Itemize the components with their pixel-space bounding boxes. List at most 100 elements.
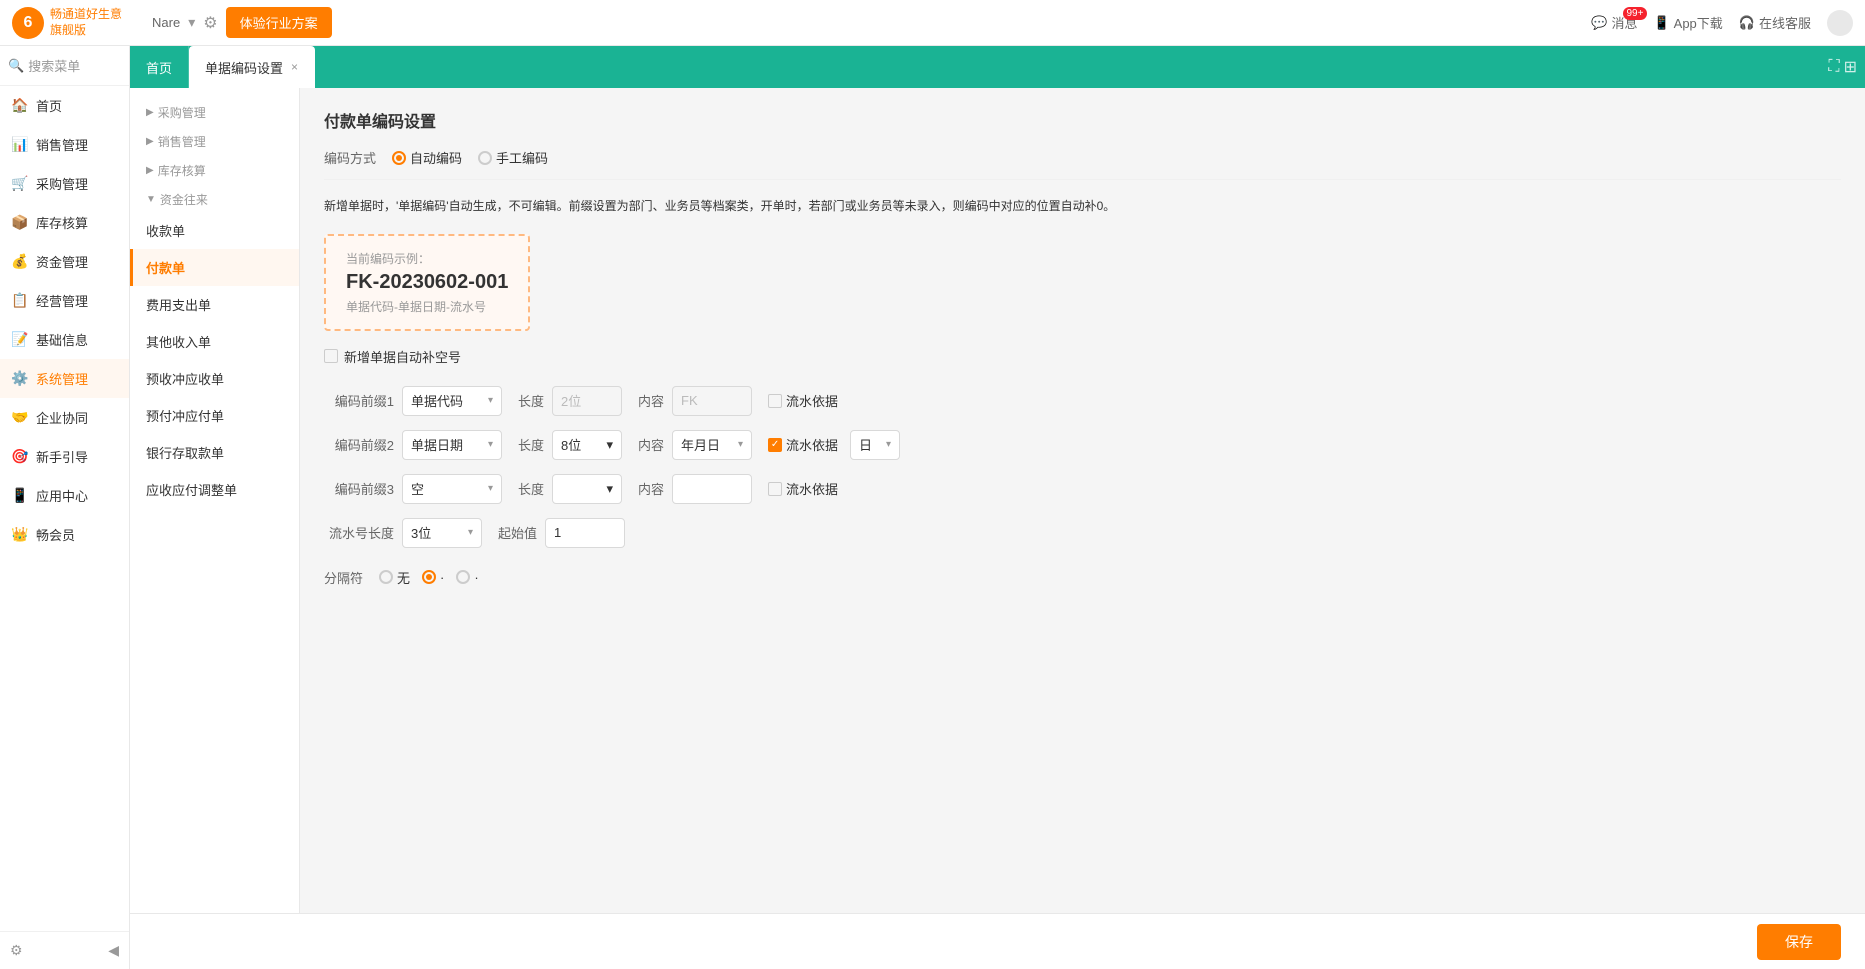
content2-label: 内容 (638, 435, 664, 454)
radio-auto[interactable]: 自动编码 (392, 148, 462, 167)
tab-encoding-settings[interactable]: 单据编码设置 × (189, 46, 315, 88)
sidebar-item-home[interactable]: 🏠 首页 (0, 86, 129, 125)
separator-options: 无 · · (379, 568, 479, 587)
save-button[interactable]: 保存 (1757, 924, 1841, 960)
message-icon: 💬 (1591, 15, 1607, 31)
sidebar-item-apps[interactable]: 📱 应用中心 (0, 476, 129, 515)
separator-dot2[interactable]: · (456, 570, 478, 585)
radio-auto-dot (392, 151, 406, 165)
serial-length-row: 流水号长度 3位 ▾ 起始值 1 (324, 518, 1841, 548)
sub-menu-item-other-income[interactable]: 其他收入单 (130, 323, 299, 360)
serial2-checkbox[interactable]: ✓ (768, 438, 782, 452)
sub-menu-group-stock[interactable]: ▶ 库存核算 (130, 154, 299, 183)
top-bar-right: 💬 消息 99+ 📱 App下载 🎧 在线客服 (1591, 10, 1853, 36)
sidebar: 🔍 搜索菜单 🏠 首页 📊 销售管理 🛒 采购管理 📦 库存核算 💰 (0, 46, 130, 969)
content2-select[interactable]: 年月日 ▾ (672, 430, 752, 460)
system-icon: ⚙️ (12, 371, 28, 387)
separator-dot[interactable]: · (422, 570, 444, 585)
app-download-button[interactable]: 📱 App下载 (1653, 13, 1722, 32)
sidebar-item-member[interactable]: 👑 畅会员 (0, 515, 129, 554)
online-service-button[interactable]: 🎧 在线客服 (1739, 13, 1811, 32)
separator-dot2-dot (456, 570, 470, 584)
serial-length-chevron-icon: ▾ (468, 527, 473, 538)
sidebar-item-stock[interactable]: 📦 库存核算 (0, 203, 129, 242)
sidebar-collapse-button[interactable]: ◀ (108, 942, 119, 959)
chevron-right-icon: ▶ (146, 107, 154, 118)
sub-menu-item-expense[interactable]: 费用支出单 (130, 286, 299, 323)
prefix1-select[interactable]: 单据代码 ▾ (402, 386, 502, 416)
settings-button[interactable]: ⚙ (203, 13, 217, 33)
main-content: 付款单编码设置 编码方式 自动编码 手工编码 (300, 88, 1865, 913)
operation-icon: 📋 (12, 293, 28, 309)
preview-box: 当前编码示例： FK-20230602-001 单据代码-单据日期-流水号 (324, 234, 530, 331)
sidebar-item-basic[interactable]: 📝 基础信息 (0, 320, 129, 359)
form-row-prefix3: 编码前缀3 空 ▾ 长度 ▾ 内容 (324, 474, 1841, 504)
form-row-prefix2: 编码前缀2 单据日期 ▾ 长度 8位 ▾ 内容 年月日 ▾ (324, 430, 1841, 460)
trial-button[interactable]: 体验行业方案 (226, 7, 332, 38)
auto-fill-checkbox[interactable] (324, 349, 338, 363)
search-icon: 🔍 (8, 58, 24, 74)
tab-close-button[interactable]: × (291, 60, 298, 74)
company-dropdown-button[interactable]: ▾ (188, 14, 195, 31)
serial-length-select[interactable]: 3位 ▾ (402, 518, 482, 548)
start-value-input[interactable]: 1 (545, 518, 625, 548)
sub-menu-group-finance[interactable]: ▼ 资金往来 (130, 183, 299, 212)
separator-row: 分隔符 无 · · (324, 568, 1841, 587)
encoding-type-section: 编码方式 自动编码 手工编码 (324, 148, 1841, 180)
message-button[interactable]: 💬 消息 99+ (1591, 13, 1637, 32)
radio-manual[interactable]: 手工编码 (478, 148, 548, 167)
sidebar-nav: 🏠 首页 📊 销售管理 🛒 采购管理 📦 库存核算 💰 资金管理 📋 经 (0, 86, 129, 931)
serial2-period-select[interactable]: 日 ▾ (850, 430, 900, 460)
sidebar-search[interactable]: 🔍 搜索菜单 (0, 46, 129, 86)
sidebar-item-purchase[interactable]: 🛒 采购管理 (0, 164, 129, 203)
content2-chevron-icon: ▾ (738, 439, 743, 450)
sidebar-item-system[interactable]: ⚙️ 系统管理 (0, 359, 129, 398)
sidebar-item-guide[interactable]: 🎯 新手引导 (0, 437, 129, 476)
prefix1-label: 编码前缀1 (324, 391, 394, 410)
sub-menu-item-ar-adjust[interactable]: 应收应付调整单 (130, 471, 299, 508)
prefix3-select[interactable]: 空 ▾ (402, 474, 502, 504)
sub-menu-item-pre-receipt[interactable]: 预收冲应收单 (130, 360, 299, 397)
sub-menu-group-purchase[interactable]: ▶ 采购管理 (130, 96, 299, 125)
sidebar-item-finance[interactable]: 💰 资金管理 (0, 242, 129, 281)
separator-none-dot (379, 570, 393, 584)
partner-icon: 🤝 (12, 410, 28, 426)
sub-menu-item-pre-payment[interactable]: 预付冲应付单 (130, 397, 299, 434)
length2-box[interactable]: 8位 ▾ (552, 430, 622, 460)
content-area: 首页 单据编码设置 × ⛶ ⊞ ▶ 采购管理 ▶ 销售管理 (130, 46, 1865, 969)
length3-box[interactable]: ▾ (552, 474, 622, 504)
sub-menu-item-receipt[interactable]: 收款单 (130, 212, 299, 249)
member-icon: 👑 (12, 527, 28, 543)
auto-fill-row: 新增单据自动补空号 (324, 347, 1841, 366)
tab-home[interactable]: 首页 (130, 46, 189, 88)
sub-menu-item-payment[interactable]: 付款单 (130, 249, 299, 286)
serial1-checkbox[interactable] (768, 394, 782, 408)
serial3-checkbox[interactable] (768, 482, 782, 496)
tab-pin-button[interactable]: ⊞ (1844, 57, 1857, 77)
stock-icon: 📦 (12, 215, 28, 231)
chevron-right-icon: ▶ (146, 136, 154, 147)
chevron-down-icon: ▼ (146, 194, 156, 205)
prefix1-chevron-icon: ▾ (488, 395, 493, 406)
length2-chevron-icon: ▾ (606, 437, 613, 453)
sidebar-item-partner[interactable]: 🤝 企业协同 (0, 398, 129, 437)
sidebar-settings-button[interactable]: ⚙ (10, 942, 23, 959)
main-container: 🔍 搜索菜单 🏠 首页 📊 销售管理 🛒 采购管理 📦 库存核算 💰 (0, 46, 1865, 969)
finance-icon: 💰 (12, 254, 28, 270)
preview-label: 当前编码示例： (346, 250, 508, 267)
radio-manual-dot (478, 151, 492, 165)
encoding-label: 编码方式 (324, 148, 376, 167)
content3-input[interactable] (672, 474, 752, 504)
sub-menu-item-bank-deposit[interactable]: 银行存取款单 (130, 434, 299, 471)
separator-none[interactable]: 无 (379, 568, 410, 587)
tab-expand-button[interactable]: ⛶ (1828, 58, 1839, 76)
sidebar-item-sales[interactable]: 📊 销售管理 (0, 125, 129, 164)
user-avatar[interactable] (1827, 10, 1853, 36)
logo-text: 畅通道好生意 旗舰版 (50, 7, 122, 38)
sidebar-item-operation[interactable]: 📋 经营管理 (0, 281, 129, 320)
sub-menu-group-sales[interactable]: ▶ 销售管理 (130, 125, 299, 154)
preview-desc: 单据代码-单据日期-流水号 (346, 298, 508, 315)
prefix2-select[interactable]: 单据日期 ▾ (402, 430, 502, 460)
service-icon: 🎧 (1739, 15, 1755, 31)
length3-label: 长度 (518, 479, 544, 498)
